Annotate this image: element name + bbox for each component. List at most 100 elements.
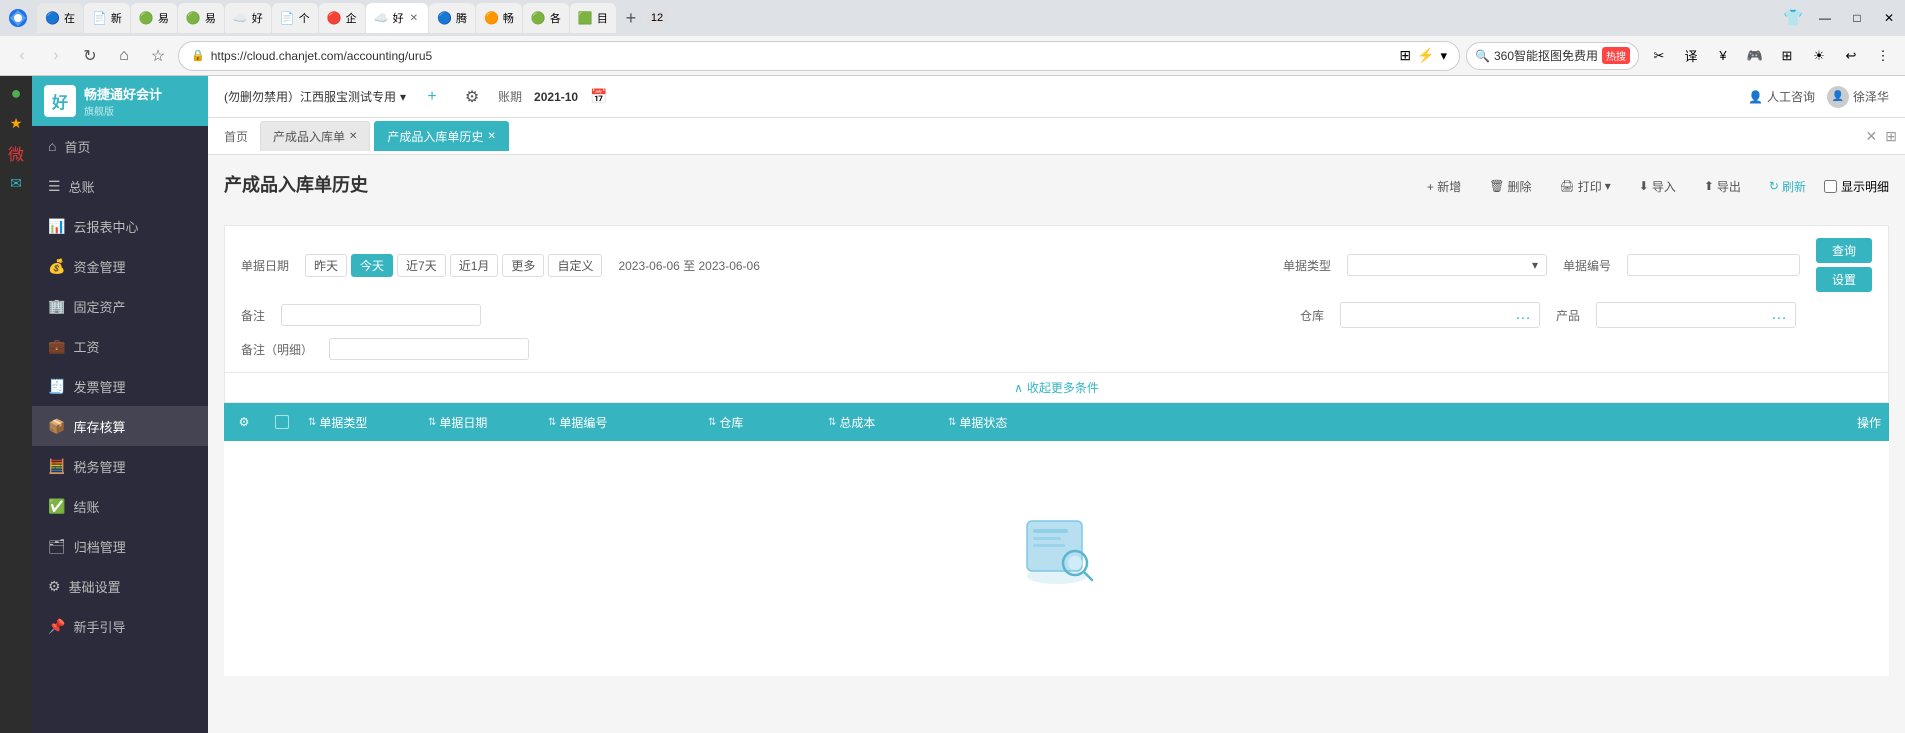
- tab-history[interactable]: 产成品入库单历史 ✕: [374, 121, 508, 151]
- tab-history-close[interactable]: ✕: [487, 131, 495, 142]
- th-warehouse[interactable]: ⇅ 仓库: [700, 414, 820, 431]
- expand-button[interactable]: ⊞: [1885, 128, 1897, 145]
- ai-consult[interactable]: 👤 人工咨询: [1748, 88, 1815, 105]
- tab-list[interactable]: 产成品入库单 ✕: [260, 121, 370, 151]
- icon-bar-weibo[interactable]: 微: [3, 140, 29, 166]
- query-button[interactable]: 查询: [1816, 238, 1872, 263]
- icon-bar-app[interactable]: ●: [3, 80, 29, 106]
- sidebar-item-fund[interactable]: 💰 资金管理: [32, 246, 208, 286]
- tab-12[interactable]: 🟩 目: [570, 3, 616, 33]
- product-select[interactable]: …: [1596, 302, 1796, 328]
- more-icon[interactable]: ⋮: [1869, 42, 1897, 70]
- sidebar-item-cloud-report[interactable]: 📊 云报表中心: [32, 206, 208, 246]
- sidebar-item-checkout[interactable]: ✅ 结账: [32, 486, 208, 526]
- brightness-icon[interactable]: ☀: [1805, 42, 1833, 70]
- translate-icon[interactable]: 译: [1677, 42, 1705, 70]
- th-checkbox[interactable]: [264, 415, 300, 429]
- header-checkbox[interactable]: [275, 415, 289, 429]
- sidebar-item-ledger[interactable]: ☰ 总账: [32, 166, 208, 206]
- apps-grid-icon[interactable]: ⊞: [1773, 42, 1801, 70]
- close-button[interactable]: ✕: [1877, 6, 1901, 30]
- th-date[interactable]: ⇅ 单据日期: [420, 414, 540, 431]
- tab-8[interactable]: ☁️ 好 ✕: [366, 3, 428, 33]
- yesterday-btn[interactable]: 昨天: [305, 254, 347, 277]
- calendar-icon[interactable]: 📅: [590, 88, 607, 105]
- home-button[interactable]: ⌂: [110, 42, 138, 70]
- company-selector[interactable]: (勿删勿禁用）江西服宝测试专用 ▾: [224, 88, 406, 105]
- remark-detail-input[interactable]: [329, 338, 529, 360]
- th-type[interactable]: ⇅ 单据类型: [300, 414, 420, 431]
- th-status[interactable]: ⇅ 单据状态: [940, 414, 1809, 431]
- tab-2[interactable]: 📄 新: [84, 3, 130, 33]
- tab-7[interactable]: 🔴 企: [319, 3, 365, 33]
- tab-10[interactable]: 🟠 畅: [476, 3, 522, 33]
- tab-5[interactable]: ☁️ 好: [225, 3, 271, 33]
- today-btn[interactable]: 今天: [351, 254, 393, 277]
- add-company-button[interactable]: +: [418, 83, 446, 111]
- dropdown-icon[interactable]: ▾: [1440, 48, 1447, 64]
- setting-button[interactable]: 设置: [1816, 267, 1872, 292]
- doc-type-select[interactable]: ▾: [1347, 254, 1547, 276]
- sidebar-item-home[interactable]: ⌂ 首页: [32, 126, 208, 166]
- warehouse-dots[interactable]: …: [1515, 306, 1531, 324]
- sidebar-item-payroll[interactable]: 💼 工资: [32, 326, 208, 366]
- game-icon[interactable]: 🎮: [1741, 42, 1769, 70]
- refresh-button[interactable]: ↻: [76, 42, 104, 70]
- add-button[interactable]: + 新增: [1417, 174, 1471, 199]
- tab-8-close[interactable]: ✕: [408, 12, 420, 25]
- more-btn[interactable]: 更多: [502, 254, 544, 277]
- currency-icon[interactable]: ¥: [1709, 42, 1737, 70]
- collapse-button[interactable]: ∧ 收起更多条件: [224, 373, 1889, 403]
- warehouse-select[interactable]: …: [1340, 302, 1540, 328]
- export-button[interactable]: ⬆ 导出: [1694, 174, 1751, 199]
- close-panel-button[interactable]: ✕: [1866, 128, 1878, 145]
- forward-button[interactable]: ›: [42, 42, 70, 70]
- remark-input[interactable]: [281, 304, 481, 326]
- search-box[interactable]: 🔍 360智能抠图免费用 热搜: [1466, 42, 1639, 70]
- import-button[interactable]: ⬇ 导入: [1629, 174, 1686, 199]
- sidebar-item-archive[interactable]: 🗂 归档管理: [32, 526, 208, 566]
- tab-4[interactable]: 🟢 易: [178, 3, 224, 33]
- delete-button[interactable]: 🗑 删除: [1479, 174, 1541, 199]
- icon-bar-mail[interactable]: ✉: [3, 170, 29, 196]
- sidebar-item-fixed-asset[interactable]: 🏢 固定资产: [32, 286, 208, 326]
- settings-gear-icon[interactable]: ⚙: [458, 83, 486, 111]
- sidebar-item-inventory[interactable]: 📦 库存核算: [32, 406, 208, 446]
- sidebar-item-guide[interactable]: 📌 新手引导: [32, 606, 208, 646]
- th-settings[interactable]: ⚙: [224, 415, 264, 429]
- tab-6[interactable]: 📄 个: [272, 3, 318, 33]
- undo-icon[interactable]: ↩: [1837, 42, 1865, 70]
- th-cost[interactable]: ⇅ 总成本: [820, 414, 940, 431]
- user-avatar[interactable]: 👤 徐泽华: [1827, 86, 1889, 108]
- show-detail-checkbox[interactable]: 显示明细: [1824, 178, 1889, 195]
- lightning-icon[interactable]: ⚡: [1417, 47, 1434, 64]
- sidebar-item-basic[interactable]: ⚙ 基础设置: [32, 566, 208, 606]
- refresh-button[interactable]: ↻ 刷新: [1759, 174, 1816, 199]
- month-btn[interactable]: 近1月: [450, 254, 499, 277]
- bookmark-button[interactable]: ☆: [144, 42, 172, 70]
- print-button[interactable]: 🖨 打印 ▾: [1549, 174, 1620, 199]
- url-bar[interactable]: 🔒 https://cloud.chanjet.com/accounting/u…: [178, 41, 1460, 71]
- tab-1[interactable]: 🔵 在: [37, 3, 83, 33]
- grid-icon[interactable]: ⊞: [1399, 47, 1411, 64]
- tab-list-close[interactable]: ✕: [349, 131, 357, 142]
- show-detail-input[interactable]: [1824, 180, 1837, 193]
- new-tab-button[interactable]: +: [617, 4, 645, 32]
- week-btn[interactable]: 近7天: [397, 254, 446, 277]
- minimize-button[interactable]: —: [1813, 6, 1837, 30]
- tab-11[interactable]: 🟢 各: [523, 3, 569, 33]
- scissors-icon[interactable]: ✂: [1645, 42, 1673, 70]
- back-button[interactable]: ‹: [8, 42, 36, 70]
- breadcrumb-home[interactable]: 首页: [216, 128, 256, 145]
- tab-3[interactable]: 🟢 易: [131, 3, 177, 33]
- custom-btn[interactable]: 自定义: [548, 254, 602, 277]
- sidebar-item-tax[interactable]: 🧮 税务管理: [32, 446, 208, 486]
- icon-bar-star[interactable]: ★: [3, 110, 29, 136]
- tab-count: 12: [646, 11, 668, 25]
- doc-no-input[interactable]: [1627, 254, 1800, 276]
- th-no[interactable]: ⇅ 单据编号: [540, 414, 700, 431]
- sidebar-item-invoice[interactable]: 🧾 发票管理: [32, 366, 208, 406]
- maximize-button[interactable]: □: [1845, 6, 1869, 30]
- tab-9[interactable]: 🔵 腾: [429, 3, 475, 33]
- product-dots[interactable]: …: [1771, 306, 1787, 324]
